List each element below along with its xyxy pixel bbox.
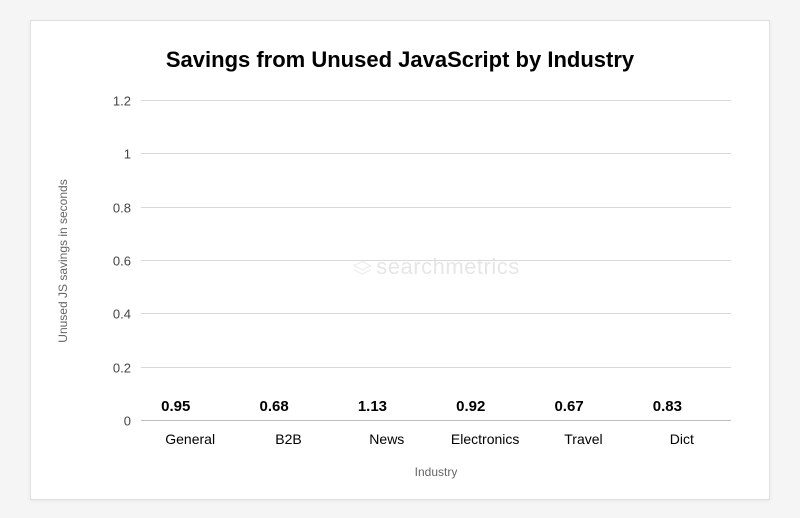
bar-value-label: 0.67 — [554, 398, 583, 415]
bar-value-label: 0.68 — [259, 398, 288, 415]
y-tick-label: 0.8 — [113, 200, 131, 215]
y-tick-label: 1 — [124, 147, 131, 162]
y-tick-label: 0.2 — [113, 360, 131, 375]
bar-value-label: 0.95 — [161, 398, 190, 415]
chart-card: Savings from Unused JavaScript by Indust… — [30, 20, 770, 500]
x-tick-label: B2B — [275, 431, 301, 447]
bar-value-label: 0.92 — [456, 398, 485, 415]
x-tick-label: General — [165, 431, 215, 447]
x-tick-label: Electronics — [451, 431, 519, 447]
chart-area: searchmetrics 00.20.40.60.811.2 0.95Gene… — [141, 101, 731, 421]
y-tick-label: 1.2 — [113, 94, 131, 109]
y-tick-label: 0 — [124, 414, 131, 429]
x-tick-label: Travel — [564, 431, 602, 447]
y-axis-label: Unused JS savings in seconds — [56, 179, 70, 342]
y-tick-label: 0.4 — [113, 307, 131, 322]
bar-value-label: 1.13 — [358, 398, 387, 415]
chart-title: Savings from Unused JavaScript by Indust… — [31, 47, 769, 73]
bars-container: 0.95General0.68B2B1.13News0.92Electronic… — [141, 101, 731, 421]
x-tick-label: News — [369, 431, 404, 447]
x-axis-label: Industry — [415, 465, 458, 479]
x-tick-label: Dict — [670, 431, 694, 447]
y-tick-label: 0.6 — [113, 254, 131, 269]
bar-value-label: 0.83 — [653, 398, 682, 415]
